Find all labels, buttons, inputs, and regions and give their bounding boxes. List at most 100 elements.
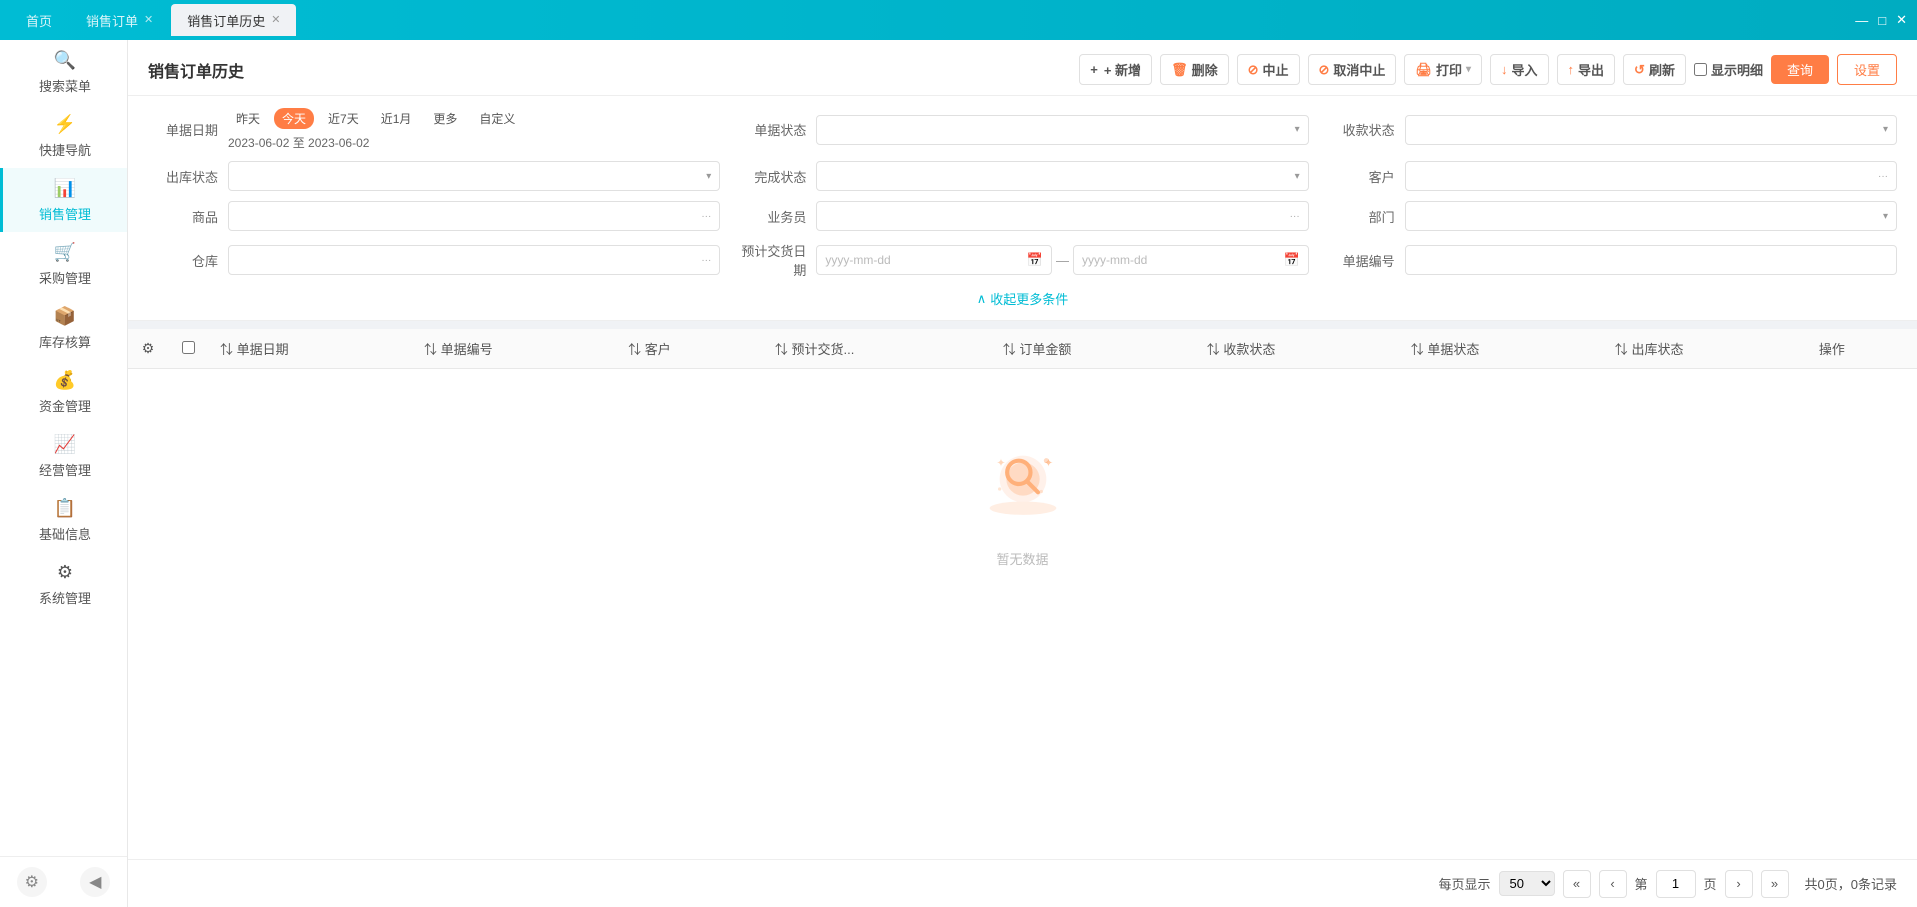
- expected-date-label: 预计交货日期: [736, 241, 816, 279]
- sidebar-item-purchase-label: 采购管理: [39, 268, 91, 287]
- export-button[interactable]: ↑ 导出: [1557, 54, 1616, 85]
- page-number-input[interactable]: [1656, 870, 1696, 898]
- complete-status-arrow: ▾: [1295, 171, 1300, 182]
- export-icon: ↑: [1568, 62, 1575, 77]
- th-amount[interactable]: ⇅ 订单金额: [991, 329, 1195, 369]
- warehouse-label: 仓库: [148, 251, 228, 270]
- sidebar-item-quicknav[interactable]: ⚡ 快捷导航: [0, 104, 127, 168]
- th-date[interactable]: ⇅ 单据日期: [208, 329, 412, 369]
- date-1month[interactable]: 近1月: [373, 108, 420, 129]
- goods-dots: ···: [701, 211, 711, 222]
- date-today[interactable]: 今天: [274, 108, 314, 129]
- sidebar-item-system[interactable]: ⚙ 系统管理: [0, 552, 127, 616]
- stop-icon: ⊘: [1248, 62, 1259, 78]
- sidebar-collapse-button[interactable]: ◀: [80, 867, 110, 897]
- th-bill-status[interactable]: ⇅ 单据状态: [1399, 329, 1603, 369]
- refresh-icon: ↺: [1634, 62, 1645, 78]
- date-custom[interactable]: 自定义: [471, 108, 523, 129]
- date-7days[interactable]: 近7天: [320, 108, 367, 129]
- receipt-status-label: 收款状态: [1325, 120, 1405, 139]
- sidebar-item-finance-label: 资金管理: [39, 396, 91, 415]
- delete-button[interactable]: 🗑 删除: [1160, 54, 1229, 85]
- th-settings[interactable]: ⚙: [128, 329, 168, 369]
- dept-select[interactable]: ▾: [1405, 201, 1897, 231]
- minimize-icon[interactable]: —: [1855, 13, 1868, 28]
- salesman-label: 业务员: [736, 207, 816, 226]
- prev-page-button[interactable]: ‹: [1599, 870, 1627, 898]
- print-button[interactable]: 🖨 打印 ▾: [1404, 54, 1482, 85]
- th-customer[interactable]: ⇅ 客户: [616, 329, 763, 369]
- tab-sales-order-history[interactable]: 销售订单历史 ✕: [171, 4, 296, 36]
- show-detail-checkbox[interactable]: [1694, 63, 1707, 76]
- cancel-stop-button[interactable]: ⊘ 取消中止: [1308, 54, 1397, 85]
- refresh-button[interactable]: ↺ 刷新: [1623, 54, 1686, 85]
- data-table: ⚙ ⇅ 单据日期 ⇅ 单据编号: [128, 329, 1917, 369]
- bill-no-cell: 单据编号: [1325, 241, 1897, 279]
- th-receipt-status[interactable]: ⇅ 收款状态: [1195, 329, 1399, 369]
- sidebar-item-basics-label: 基础信息: [39, 524, 91, 543]
- warehouse-select[interactable]: ···: [228, 245, 720, 275]
- sidebar-item-purchase[interactable]: 🛒 采购管理: [0, 232, 127, 296]
- sidebar-item-sales[interactable]: 📊 销售管理: [0, 168, 127, 232]
- tab-home[interactable]: 首页: [10, 4, 68, 36]
- complete-status-select[interactable]: ▾: [816, 161, 1308, 191]
- add-button[interactable]: + + 新增: [1079, 54, 1152, 85]
- settings-icon: ⚙: [142, 340, 155, 356]
- sidebar-item-finance[interactable]: 💰 资金管理: [0, 360, 127, 424]
- sidebar-settings-button[interactable]: ⚙: [17, 867, 47, 897]
- salesman-dots: ···: [1290, 211, 1300, 222]
- page-label-suffix: 页: [1704, 874, 1717, 893]
- date-range-text: 2023-06-02 至 2023-06-02: [228, 134, 369, 151]
- expected-date-end[interactable]: yyyy-mm-dd 📅: [1073, 245, 1309, 275]
- th-delivery-status[interactable]: ⇅ 出库状态: [1603, 329, 1807, 369]
- receipt-status-select[interactable]: ▾: [1405, 115, 1897, 145]
- last-page-button[interactable]: »: [1761, 870, 1789, 898]
- complete-status-cell: 完成状态 ▾: [736, 161, 1308, 191]
- expected-date-start[interactable]: yyyy-mm-dd 📅: [816, 245, 1052, 275]
- th-bill-no[interactable]: ⇅ 单据编号: [412, 329, 616, 369]
- th-expected-date[interactable]: ⇅ 预计交货...: [763, 329, 991, 369]
- tab-sales-order[interactable]: 销售订单 ✕: [70, 4, 169, 36]
- collapse-bar[interactable]: ∧ 收起更多条件: [148, 285, 1897, 308]
- query-button[interactable]: 查询: [1771, 55, 1829, 84]
- sidebar-item-operations[interactable]: 📈 经营管理: [0, 424, 127, 488]
- next-page-button[interactable]: ›: [1725, 870, 1753, 898]
- goods-select[interactable]: ···: [228, 201, 720, 231]
- collapse-label: 收起更多条件: [990, 289, 1068, 308]
- tab-sales-order-close[interactable]: ✕: [144, 15, 153, 26]
- customer-cell: 客户 ···: [1325, 161, 1897, 191]
- toolbar: + + 新增 🗑 删除 ⊘ 中止 ⊘ 取消中止 🖨 打印: [1079, 54, 1897, 85]
- delivery-status-select[interactable]: ▾: [228, 161, 720, 191]
- maximize-icon[interactable]: □: [1878, 13, 1886, 28]
- goods-label: 商品: [148, 207, 228, 226]
- add-icon: +: [1090, 62, 1098, 77]
- select-all-checkbox[interactable]: [182, 341, 195, 354]
- th-checkbox[interactable]: [168, 329, 208, 369]
- date-filter-cell: 单据日期 昨天 今天 近7天 近1月 更多 自定义 2023-06-02 至 2…: [148, 108, 720, 151]
- tab-sales-order-history-close[interactable]: ✕: [271, 15, 280, 26]
- date-filter-label: 单据日期: [148, 120, 228, 139]
- bill-status-select[interactable]: ▾: [816, 115, 1308, 145]
- close-icon[interactable]: ✕: [1896, 12, 1907, 28]
- delivery-status-label: 出库状态: [148, 167, 228, 186]
- salesman-select[interactable]: ···: [816, 201, 1308, 231]
- page-size-select[interactable]: 50 20 100: [1499, 871, 1555, 896]
- stop-button[interactable]: ⊘ 中止: [1237, 54, 1300, 85]
- expected-date-cell: 预计交货日期 yyyy-mm-dd 📅 — yyyy-mm-dd 📅: [736, 241, 1308, 279]
- sidebar-item-search[interactable]: 🔍 搜索菜单: [0, 40, 127, 104]
- sidebar-item-basics[interactable]: 📋 基础信息: [0, 488, 127, 552]
- sidebar-item-system-label: 系统管理: [39, 588, 91, 607]
- set-button[interactable]: 设置: [1837, 54, 1897, 85]
- first-page-button[interactable]: «: [1563, 870, 1591, 898]
- date-more[interactable]: 更多: [425, 108, 465, 129]
- bill-no-input[interactable]: [1405, 245, 1897, 275]
- sidebar-item-inventory[interactable]: 📦 库存核算: [0, 296, 127, 360]
- customer-select[interactable]: ···: [1405, 161, 1897, 191]
- dept-arrow: ▾: [1883, 211, 1888, 222]
- sidebar-item-operations-label: 经营管理: [39, 460, 91, 479]
- show-detail-checkbox-label[interactable]: 显示明细: [1694, 60, 1763, 79]
- date-yesterday[interactable]: 昨天: [228, 108, 268, 129]
- import-button[interactable]: ↓ 导入: [1490, 54, 1549, 85]
- total-records: 共0页，0条记录: [1805, 874, 1897, 893]
- next-page-icon: ›: [1736, 876, 1740, 891]
